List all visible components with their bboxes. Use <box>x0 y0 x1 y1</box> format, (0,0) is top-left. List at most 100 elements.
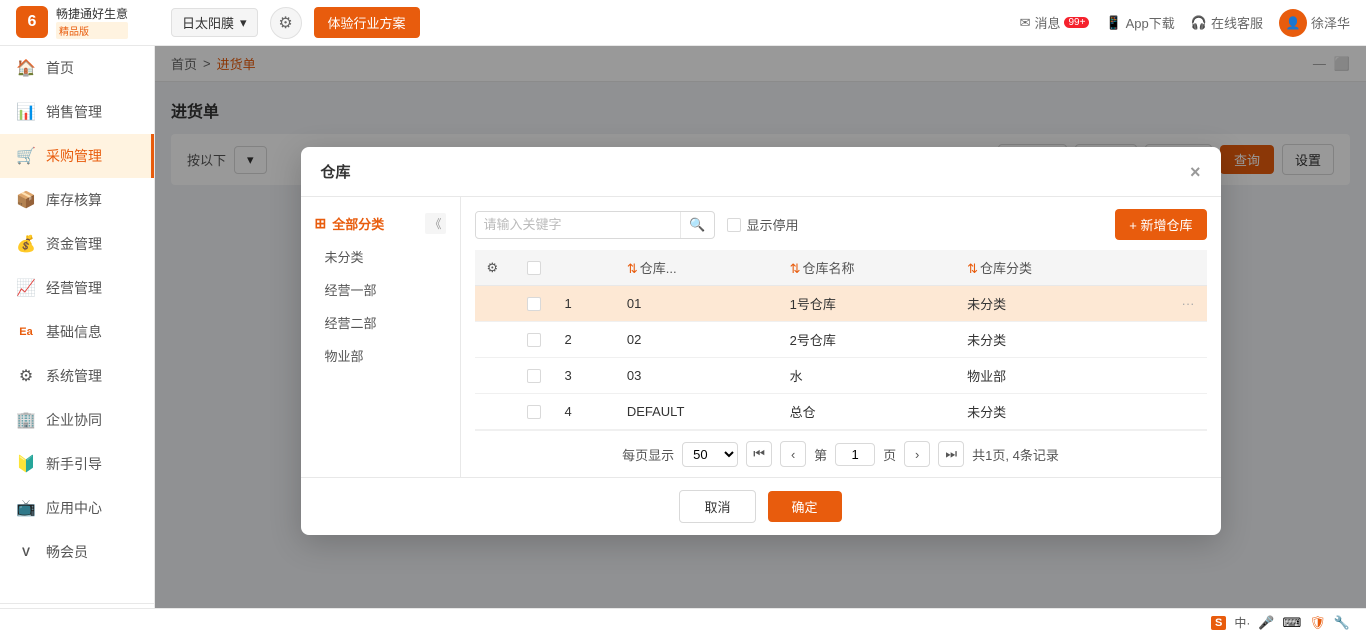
all-category-title[interactable]: ⊞ 全部分类 <box>315 214 385 233</box>
content-panel: 🔍 显示停用 + 新增仓库 <box>461 197 1221 477</box>
sidebar-item-inventory[interactable]: 📦 库存核算 <box>0 178 154 222</box>
app-download-item[interactable]: 📱 App下载 <box>1105 13 1174 32</box>
guide-icon: 🔰 <box>16 454 36 474</box>
sidebar: 🏠 首页 📊 销售管理 🛒 采购管理 📦 库存核算 💰 资金管理 📈 经营管理 … <box>0 46 155 636</box>
collapse-button[interactable]: 《 <box>425 213 445 234</box>
sidebar-item-purchase[interactable]: 🛒 采购管理 <box>0 134 154 178</box>
sidebar-item-apps[interactable]: 📺 应用中心 <box>0 486 154 530</box>
trial-button[interactable]: 体验行业方案 <box>314 7 420 38</box>
keyboard-icon[interactable]: ⌨ <box>1283 615 1302 631</box>
td-more-1[interactable]: ··· <box>1133 286 1207 322</box>
sidebar-label-operations: 经营管理 <box>46 278 102 298</box>
dialog-header: 仓库 × <box>301 147 1221 197</box>
sort-icon-name: ⇅ <box>790 261 801 276</box>
sidebar-item-finance[interactable]: 💰 资金管理 <box>0 222 154 266</box>
category-item-unclassified[interactable]: 未分类 <box>301 240 460 273</box>
search-left: 🔍 显示停用 <box>475 211 799 239</box>
show-disabled-toggle[interactable]: 显示停用 <box>727 215 799 234</box>
row-checkbox-4[interactable] <box>527 405 541 419</box>
page-unit: 页 <box>883 445 896 464</box>
last-page-button[interactable]: ⏭ <box>938 441 964 467</box>
td-checkbox-4[interactable] <box>515 394 553 430</box>
mic-icon[interactable]: 🎤 <box>1258 615 1274 631</box>
show-disabled-checkbox[interactable] <box>727 218 741 232</box>
dialog-body: ⊞ 全部分类 《 未分类 经营一部 经营二部 物业部 <box>301 197 1221 477</box>
td-more-4 <box>1133 394 1207 430</box>
td-more-3 <box>1133 358 1207 394</box>
table-header: ⚙ ⇅仓库... <box>475 250 1207 286</box>
table-row[interactable]: 3 03 水 物业部 <box>475 358 1207 394</box>
dialog-close-button[interactable]: × <box>1190 163 1201 181</box>
row-checkbox-2[interactable] <box>527 333 541 347</box>
tools-icon[interactable]: 🔧 <box>1334 615 1350 631</box>
page-number-input[interactable] <box>835 443 875 466</box>
category-item-ops2[interactable]: 经营二部 <box>301 306 460 339</box>
sidebar-item-membership[interactable]: V 畅会员 <box>0 530 154 574</box>
app-icon: 📱 <box>1105 15 1121 31</box>
shield-icon[interactable]: 🛡 <box>1309 615 1326 631</box>
th-index <box>553 250 615 286</box>
page-label: 第 <box>814 445 827 464</box>
logo-text-area: 畅捷通好生意 精品版 <box>56 6 128 40</box>
sidebar-item-system[interactable]: ⚙ 系统管理 <box>0 354 154 398</box>
th-code: ⇅仓库... <box>615 250 778 286</box>
logo-main-text: 畅捷通好生意 <box>56 6 128 23</box>
td-code-2: 02 <box>615 322 778 358</box>
confirm-button[interactable]: 确定 <box>768 491 842 522</box>
sort-icon-category: ⇅ <box>967 261 978 276</box>
new-warehouse-button[interactable]: + 新增仓库 <box>1115 209 1206 240</box>
notification-item[interactable]: ✉ 消息 99+ <box>1020 13 1090 32</box>
category-item-property[interactable]: 物业部 <box>301 339 460 372</box>
online-service-item[interactable]: 🎧 在线客服 <box>1191 13 1263 32</box>
sidebar-item-sales[interactable]: 📊 销售管理 <box>0 90 154 134</box>
td-code-1: 01 <box>615 286 778 322</box>
table-row[interactable]: 2 02 2号仓库 未分类 <box>475 322 1207 358</box>
sidebar-item-basic-info[interactable]: Ea 基础信息 <box>0 310 154 354</box>
table-row[interactable]: 1 01 1号仓库 未分类 ··· <box>475 286 1207 322</box>
search-input[interactable] <box>476 212 681 237</box>
prev-page-button[interactable]: ‹ <box>780 441 806 467</box>
sidebar-label-purchase: 采购管理 <box>46 146 102 166</box>
first-page-button[interactable]: ⏮ <box>746 441 772 467</box>
next-page-button[interactable]: › <box>904 441 930 467</box>
td-index-3: 3 <box>553 358 615 394</box>
th-checkbox <box>515 250 553 286</box>
sidebar-label-guide: 新手引导 <box>46 454 102 474</box>
cancel-button[interactable]: 取消 <box>679 490 755 523</box>
sidebar-item-home[interactable]: 🏠 首页 <box>0 46 154 90</box>
dropdown-arrow-icon: ▾ <box>240 15 247 31</box>
sidebar-label-home: 首页 <box>46 58 74 78</box>
user-profile-item[interactable]: 👤 徐泽华 <box>1279 9 1350 37</box>
th-name: ⇅仓库名称 <box>778 250 955 286</box>
header-checkbox[interactable] <box>527 261 541 275</box>
table-row[interactable]: 4 DEFAULT 总仓 未分类 <box>475 394 1207 430</box>
th-settings: ⚙ <box>475 250 515 286</box>
td-checkbox-2[interactable] <box>515 322 553 358</box>
show-disabled-label: 显示停用 <box>747 215 799 234</box>
row-checkbox-3[interactable] <box>527 369 541 383</box>
dialog-title: 仓库 <box>321 161 351 182</box>
td-index-4: 4 <box>553 394 615 430</box>
td-settings-4 <box>475 394 515 430</box>
settings-gear-button[interactable]: ⚙ <box>270 7 302 39</box>
top-header: 6 畅捷通好生意 精品版 日太阳膜 ▾ ⚙ 体验行业方案 ✉ 消息 99+ 📱 … <box>0 0 1366 46</box>
category-item-ops1[interactable]: 经营一部 <box>301 273 460 306</box>
search-icon[interactable]: 🔍 <box>680 212 713 238</box>
row-checkbox-1[interactable] <box>527 297 541 311</box>
sidebar-item-enterprise[interactable]: 🏢 企业协同 <box>0 398 154 442</box>
sidebar-item-guide[interactable]: 🔰 新手引导 <box>0 442 154 486</box>
td-checkbox-3[interactable] <box>515 358 553 394</box>
enterprise-icon: 🏢 <box>16 410 36 430</box>
store-selector[interactable]: 日太阳膜 ▾ <box>171 8 258 37</box>
finance-icon: 💰 <box>16 234 36 254</box>
td-checkbox-1[interactable] <box>515 286 553 322</box>
td-more-2 <box>1133 322 1207 358</box>
per-page-label: 每页显示 <box>622 445 674 464</box>
basic-info-icon: Ea <box>16 326 36 338</box>
ime-label: 中· <box>1234 614 1250 631</box>
per-page-select[interactable]: 50 20 100 <box>682 442 738 467</box>
system-icon: ⚙ <box>16 366 36 386</box>
sidebar-item-operations[interactable]: 📈 经营管理 <box>0 266 154 310</box>
sidebar-label-membership: 畅会员 <box>46 542 88 562</box>
gear-col-icon: ⚙ <box>487 260 499 275</box>
